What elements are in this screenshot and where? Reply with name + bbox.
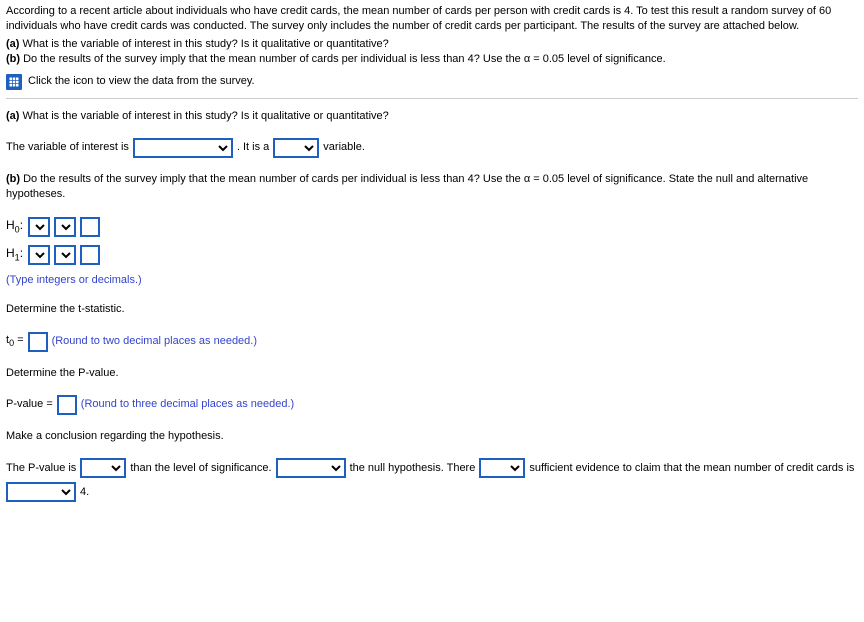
question-b-line: (b) Do the results of the survey imply t… [6,52,858,67]
tstat-note: (Round to two decimal places as needed.) [52,334,257,349]
pvalue-heading: Determine the P-value. [6,366,858,381]
pvalue-input[interactable] [57,395,77,415]
h0-value-input[interactable] [80,217,100,237]
conc-t5: 4. [80,485,89,500]
pvalue-section: Determine the P-value. P-value = (Round … [6,366,858,415]
pvalue-note: (Round to three decimal places as needed… [81,397,294,412]
h1-relation-select[interactable] [54,245,76,265]
qb-label: (b) [6,53,20,65]
conc-t2: than the level of significance. [130,461,271,476]
t0-input[interactable] [28,332,48,352]
variable-of-interest-select[interactable] [133,138,233,158]
conclusion-heading: Make a conclusion regarding the hypothes… [6,429,858,444]
part-b-label: (b) [6,173,20,185]
evidence-select[interactable] [479,458,525,478]
h0-relation-select[interactable] [54,217,76,237]
tstat-section: Determine the t-statistic. t0 = (Round t… [6,302,858,351]
divider [6,98,858,99]
conclusion-section: Make a conclusion regarding the hypothes… [6,429,858,502]
part-a-section: (a) What is the variable of interest in … [6,109,858,158]
h1-value-input[interactable] [80,245,100,265]
intro-paragraph: According to a recent article about indi… [6,5,831,32]
part-b-section: (b) Do the results of the survey imply t… [6,172,858,288]
conc-t1: The P-value is [6,461,76,476]
var-text-2: . It is a [237,140,269,155]
variable-type-select[interactable] [273,138,319,158]
pvalue-label: P-value = [6,397,53,412]
pvalue-compare-select[interactable] [80,458,126,478]
qa-label: (a) [6,38,19,50]
reject-select[interactable] [276,458,346,478]
relation-four-select[interactable] [6,482,76,502]
qb-text: Do the results of the survey imply that … [20,53,666,65]
h0-symbol-select[interactable] [28,217,50,237]
t0-label: t0 = [6,333,24,350]
hypothesis-note: (Type integers or decimals.) [6,273,858,288]
h0-label: H0: [6,217,24,236]
conc-t4: sufficient evidence to claim that the me… [529,461,854,476]
conc-t3: the null hypothesis. There [350,461,476,476]
h1-label: H1: [6,245,24,264]
part-a-label: (a) [6,110,19,122]
var-text-3: variable. [323,140,365,155]
click-data-text: Click the icon to view the data from the… [28,74,255,89]
tstat-heading: Determine the t-statistic. [6,302,858,317]
h1-symbol-select[interactable] [28,245,50,265]
question-a-line: (a) What is the variable of interest in … [6,37,858,52]
problem-intro: According to a recent article about indi… [6,4,858,35]
qa-text: What is the variable of interest in this… [19,38,388,50]
part-b-heading: Do the results of the survey imply that … [6,173,808,200]
part-a-heading: What is the variable of interest in this… [19,110,388,122]
data-table-icon[interactable] [6,74,22,90]
var-text-1: The variable of interest is [6,140,129,155]
